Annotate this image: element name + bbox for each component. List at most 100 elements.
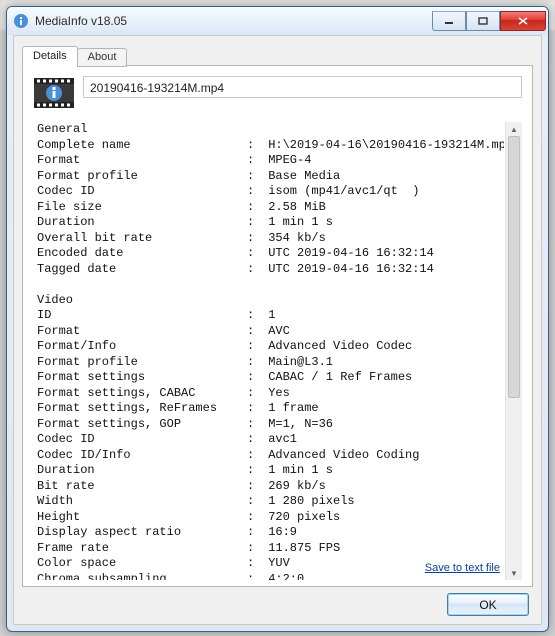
info-row: Overall bit rate: 354 kb/s (37, 231, 504, 247)
info-row: Format: MPEG-4 (37, 153, 504, 169)
tab-about[interactable]: About (77, 48, 128, 67)
separator: : (247, 494, 261, 510)
info-text: GeneralComplete name: H:\2019-04-16\2019… (37, 122, 504, 580)
info-key: Format settings, CABAC (37, 386, 247, 402)
info-value: Yes (261, 386, 504, 402)
separator: : (247, 556, 261, 572)
info-value: avc1 (261, 432, 504, 448)
info-value: UTC 2019-04-16 16:32:14 (261, 246, 504, 262)
separator: : (247, 215, 261, 231)
info-row: Encoded date: UTC 2019-04-16 16:32:14 (37, 246, 504, 262)
close-button[interactable] (500, 11, 546, 31)
info-row: ID: 1 (37, 308, 504, 324)
close-icon (517, 16, 529, 26)
separator: : (247, 184, 261, 200)
info-row: Bit rate: 269 kb/s (37, 479, 504, 495)
separator: : (247, 572, 261, 581)
info-key: Codec ID/Info (37, 448, 247, 464)
separator: : (247, 262, 261, 278)
info-key: Format settings, ReFrames (37, 401, 247, 417)
tab-details[interactable]: Details (22, 46, 78, 66)
separator: : (247, 510, 261, 526)
client-area: Details About (13, 35, 542, 625)
info-row: Format settings, CABAC: Yes (37, 386, 504, 402)
info-value: 1 280 pixels (261, 494, 504, 510)
separator: : (247, 448, 261, 464)
info-key: Format profile (37, 169, 247, 185)
minimize-icon (444, 17, 454, 25)
info-value: 720 pixels (261, 510, 504, 526)
info-value: Advanced Video Coding (261, 448, 504, 464)
info-key: Bit rate (37, 479, 247, 495)
info-key: Duration (37, 215, 247, 231)
info-value: Advanced Video Codec (261, 339, 504, 355)
info-key: Codec ID (37, 432, 247, 448)
info-key: Codec ID (37, 184, 247, 200)
info-row: Format settings, ReFrames: 1 frame (37, 401, 504, 417)
info-key: Width (37, 494, 247, 510)
maximize-icon (478, 17, 488, 25)
separator: : (247, 401, 261, 417)
app-window: MediaInfo v18.05 Details About (6, 6, 549, 632)
separator: : (247, 417, 261, 433)
info-key: ID (37, 308, 247, 324)
separator: : (247, 386, 261, 402)
save-to-text-link[interactable]: Save to text file (425, 562, 500, 574)
ok-button[interactable]: OK (447, 593, 529, 616)
info-key: Frame rate (37, 541, 247, 557)
separator: : (247, 324, 261, 340)
info-row: Format profile: Base Media (37, 169, 504, 185)
separator: : (247, 153, 261, 169)
info-key: Chroma subsampling (37, 572, 247, 581)
separator: : (247, 355, 261, 371)
info-key: Height (37, 510, 247, 526)
info-key: Encoded date (37, 246, 247, 262)
info-row: Codec ID: isom (mp41/avc1/qt ) (37, 184, 504, 200)
info-key: File size (37, 200, 247, 216)
section-heading: General (37, 122, 504, 138)
info-value: CABAC / 1 Ref Frames (261, 370, 504, 386)
separator: : (247, 479, 261, 495)
file-input[interactable]: 20190416-193214M.mp4 (83, 76, 522, 98)
tabstrip: Details About (22, 44, 533, 66)
scrollbar[interactable]: ▲ ▼ (505, 122, 522, 580)
section-heading: Video (37, 293, 504, 309)
scroll-thumb[interactable] (508, 136, 520, 398)
minimize-button[interactable] (432, 11, 466, 31)
scroll-up-icon[interactable]: ▲ (506, 122, 522, 136)
info-value: 1 min 1 s (261, 463, 504, 479)
info-key: Format profile (37, 355, 247, 371)
info-key: Overall bit rate (37, 231, 247, 247)
info-row: Codec ID/Info: Advanced Video Coding (37, 448, 504, 464)
info-row: Duration: 1 min 1 s (37, 463, 504, 479)
scroll-down-icon[interactable]: ▼ (506, 566, 522, 580)
info-row: Format/Info: Advanced Video Codec (37, 339, 504, 355)
info-row: File size: 2.58 MiB (37, 200, 504, 216)
info-key: Format/Info (37, 339, 247, 355)
app-icon (13, 13, 29, 29)
info-key: Tagged date (37, 262, 247, 278)
separator: : (247, 308, 261, 324)
info-value: isom (mp41/avc1/qt ) (261, 184, 504, 200)
titlebar[interactable]: MediaInfo v18.05 (7, 7, 548, 35)
info-value: 1 frame (261, 401, 504, 417)
separator: : (247, 246, 261, 262)
info-row: Duration: 1 min 1 s (37, 215, 504, 231)
separator: : (247, 463, 261, 479)
info-key: Format (37, 153, 247, 169)
separator: : (247, 138, 261, 154)
info-value: UTC 2019-04-16 16:32:14 (261, 262, 504, 278)
info-value: 269 kb/s (261, 479, 504, 495)
info-row: Width: 1 280 pixels (37, 494, 504, 510)
info-row: Format: AVC (37, 324, 504, 340)
dialog-footer: OK (22, 587, 533, 616)
info-value: 354 kb/s (261, 231, 504, 247)
separator: : (247, 200, 261, 216)
mediainfo-icon (33, 76, 75, 114)
info-value: 16:9 (261, 525, 504, 541)
maximize-button[interactable] (466, 11, 500, 31)
info-key: Format settings (37, 370, 247, 386)
separator: : (247, 169, 261, 185)
info-value: M=1, N=36 (261, 417, 504, 433)
info-value: 1 (261, 308, 504, 324)
